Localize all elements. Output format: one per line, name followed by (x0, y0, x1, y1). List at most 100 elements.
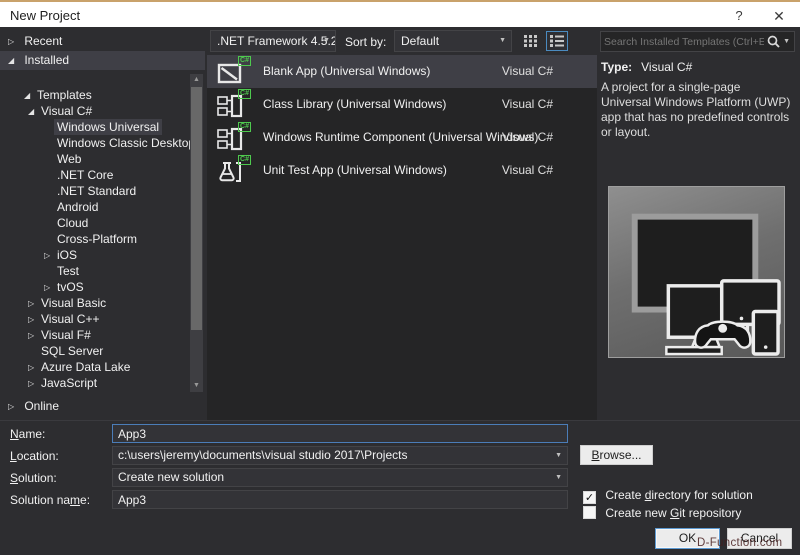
sidebar-item-recent[interactable]: ▷ Recent (0, 32, 205, 50)
tree-item-windows-universal[interactable]: Windows Universal (0, 119, 188, 135)
tree-item-tvos[interactable]: ▷tvOS (0, 279, 188, 295)
tree-item-test[interactable]: Test (0, 263, 188, 279)
chevron-down-icon[interactable]: ▼ (555, 447, 562, 464)
template-name: Blank App (Universal Windows) (263, 55, 430, 88)
type-value: Visual C# (641, 60, 692, 74)
create-directory-label: Create directory for solution (605, 488, 752, 502)
search-input[interactable] (601, 36, 767, 48)
tree-item-net-standard[interactable]: .NET Standard (0, 183, 188, 199)
tree-item-android[interactable]: Android (0, 199, 188, 215)
expanded-arrow-icon[interactable]: ◢ (8, 51, 21, 70)
ok-button[interactable]: OK (655, 528, 720, 549)
template-language: Visual C# (502, 154, 553, 187)
uwp-devices-preview (608, 186, 785, 358)
collapsed-arrow-icon[interactable]: ▷ (28, 312, 41, 328)
project-name-input[interactable] (112, 424, 568, 443)
tree-item-label: Test (57, 264, 79, 278)
template-row-unit-test-app-universal-windows[interactable]: C#Unit Test App (Universal Windows)Visua… (207, 154, 597, 187)
sidebar-item-label: Online (24, 399, 59, 413)
scrollbar-thumb[interactable] (191, 87, 202, 330)
tree-item-visual-basic[interactable]: ▷Visual Basic (0, 295, 188, 311)
template-language: Visual C# (502, 88, 553, 121)
template-name: Windows Runtime Component (Universal Win… (263, 121, 538, 154)
tree-item-javascript[interactable]: ▷JavaScript (0, 375, 188, 391)
create-git-label: Create new Git repository (605, 506, 741, 520)
grid-view-icon (524, 35, 538, 47)
expanded-arrow-icon[interactable]: ◢ (28, 104, 41, 120)
tree-item-label: Visual Basic (41, 296, 106, 310)
sort-dropdown[interactable]: Default ▼ (394, 30, 512, 52)
template-row-windows-runtime-component-universal-windows[interactable]: C# Windows Runtime Component (Universal W… (207, 121, 597, 154)
small-icons-view-button[interactable] (520, 31, 542, 51)
search-icon[interactable] (767, 35, 780, 48)
name-label: Name: (10, 427, 45, 441)
tree-item-label: Visual C++ (41, 312, 99, 326)
tree-item-label: JavaScript (41, 376, 97, 390)
scroll-down-icon[interactable]: ▼ (190, 380, 203, 392)
tree-item-azure-data-lake[interactable]: ▷Azure Data Lake (0, 359, 188, 375)
tree-item-windows-classic-desktop[interactable]: Windows Classic Desktop (0, 135, 188, 151)
tree-item-label: Web (57, 152, 81, 166)
tree-item-visual-c[interactable]: ◢Visual C# (0, 103, 188, 119)
framework-dropdown-value: .NET Framework 4.5.2 (217, 34, 336, 48)
csharp-badge-icon: C# (238, 122, 251, 132)
unit-test-icon: C# (217, 157, 253, 185)
tree-item-label: Cloud (57, 216, 88, 230)
solution-value: Create new solution (118, 470, 224, 484)
tree-item-label: Windows Classic Desktop (57, 136, 195, 150)
tree-item-web[interactable]: Web (0, 151, 188, 167)
list-view-button[interactable] (546, 31, 568, 51)
chevron-down-icon[interactable]: ▼ (555, 469, 562, 486)
solution-name-input[interactable] (112, 490, 568, 509)
create-directory-option[interactable]: ✓ Create directory for solution (583, 488, 753, 502)
template-row-class-library-universal-windows[interactable]: C#Class Library (Universal Windows)Visua… (207, 88, 597, 121)
create-directory-checkbox[interactable]: ✓ (583, 491, 596, 504)
browse-button[interactable]: Browse... (580, 445, 653, 465)
tree-item-label: .NET Standard (57, 184, 136, 198)
tree-item-templates[interactable]: ◢Templates (0, 87, 188, 103)
solution-dropdown[interactable]: Create new solution ▼ (112, 468, 568, 487)
template-description: A project for a single-page Universal Wi… (601, 80, 793, 140)
create-git-option[interactable]: Create new Git repository (583, 506, 741, 520)
sort-dropdown-value: Default (401, 34, 439, 48)
location-dropdown[interactable]: c:\users\jeremy\documents\visual studio … (112, 446, 568, 465)
tree-item-label: .NET Core (57, 168, 113, 182)
collapsed-arrow-icon[interactable]: ▷ (28, 328, 41, 344)
sidebar-item-installed[interactable]: ◢ Installed (0, 51, 205, 70)
chevron-down-icon[interactable]: ▼ (783, 38, 790, 45)
tree-scrollbar[interactable]: ▲ ▼ (190, 74, 203, 392)
form-separator (0, 420, 800, 421)
type-label: Type: (601, 60, 632, 74)
collapsed-arrow-icon[interactable]: ▷ (8, 33, 21, 51)
list-view-icon (550, 35, 564, 47)
tree-item-cross-platform[interactable]: Cross-Platform (0, 231, 188, 247)
framework-dropdown[interactable]: .NET Framework 4.5.2 ▼ (210, 30, 336, 52)
solution-label: Solution: (10, 471, 57, 485)
help-icon[interactable]: ? (730, 7, 748, 25)
collapsed-arrow-icon[interactable]: ▷ (44, 248, 57, 264)
chevron-down-icon: ▼ (323, 31, 330, 51)
blank-app-icon: C# (217, 58, 253, 86)
expanded-arrow-icon[interactable]: ◢ (24, 88, 37, 104)
tree-item-sql-server[interactable]: SQL Server (0, 343, 188, 359)
template-row-blank-app-universal-windows[interactable]: C#Blank App (Universal Windows)Visual C# (207, 55, 597, 88)
close-icon[interactable]: ✕ (770, 7, 788, 25)
tree-item-cloud[interactable]: Cloud (0, 215, 188, 231)
collapsed-arrow-icon[interactable]: ▷ (8, 398, 21, 416)
tree-item-visual-c[interactable]: ▷Visual C++ (0, 311, 188, 327)
collapsed-arrow-icon[interactable]: ▷ (28, 296, 41, 312)
search-box[interactable]: ▼ (600, 31, 795, 52)
tree-item-ios[interactable]: ▷iOS (0, 247, 188, 263)
tree-item-label: Cross-Platform (57, 232, 137, 246)
tree-item-visual-f[interactable]: ▷Visual F# (0, 327, 188, 343)
sidebar-item-label: Installed (24, 53, 69, 67)
tree-item-label: Templates (37, 88, 92, 102)
cancel-button[interactable]: Cancel (727, 528, 792, 549)
collapsed-arrow-icon[interactable]: ▷ (28, 360, 41, 376)
collapsed-arrow-icon[interactable]: ▷ (28, 376, 41, 392)
collapsed-arrow-icon[interactable]: ▷ (44, 280, 57, 296)
sidebar-item-online[interactable]: ▷ Online (0, 397, 205, 415)
tree-item-net-core[interactable]: .NET Core (0, 167, 188, 183)
scroll-up-icon[interactable]: ▲ (190, 74, 203, 86)
create-git-checkbox[interactable] (583, 506, 596, 519)
